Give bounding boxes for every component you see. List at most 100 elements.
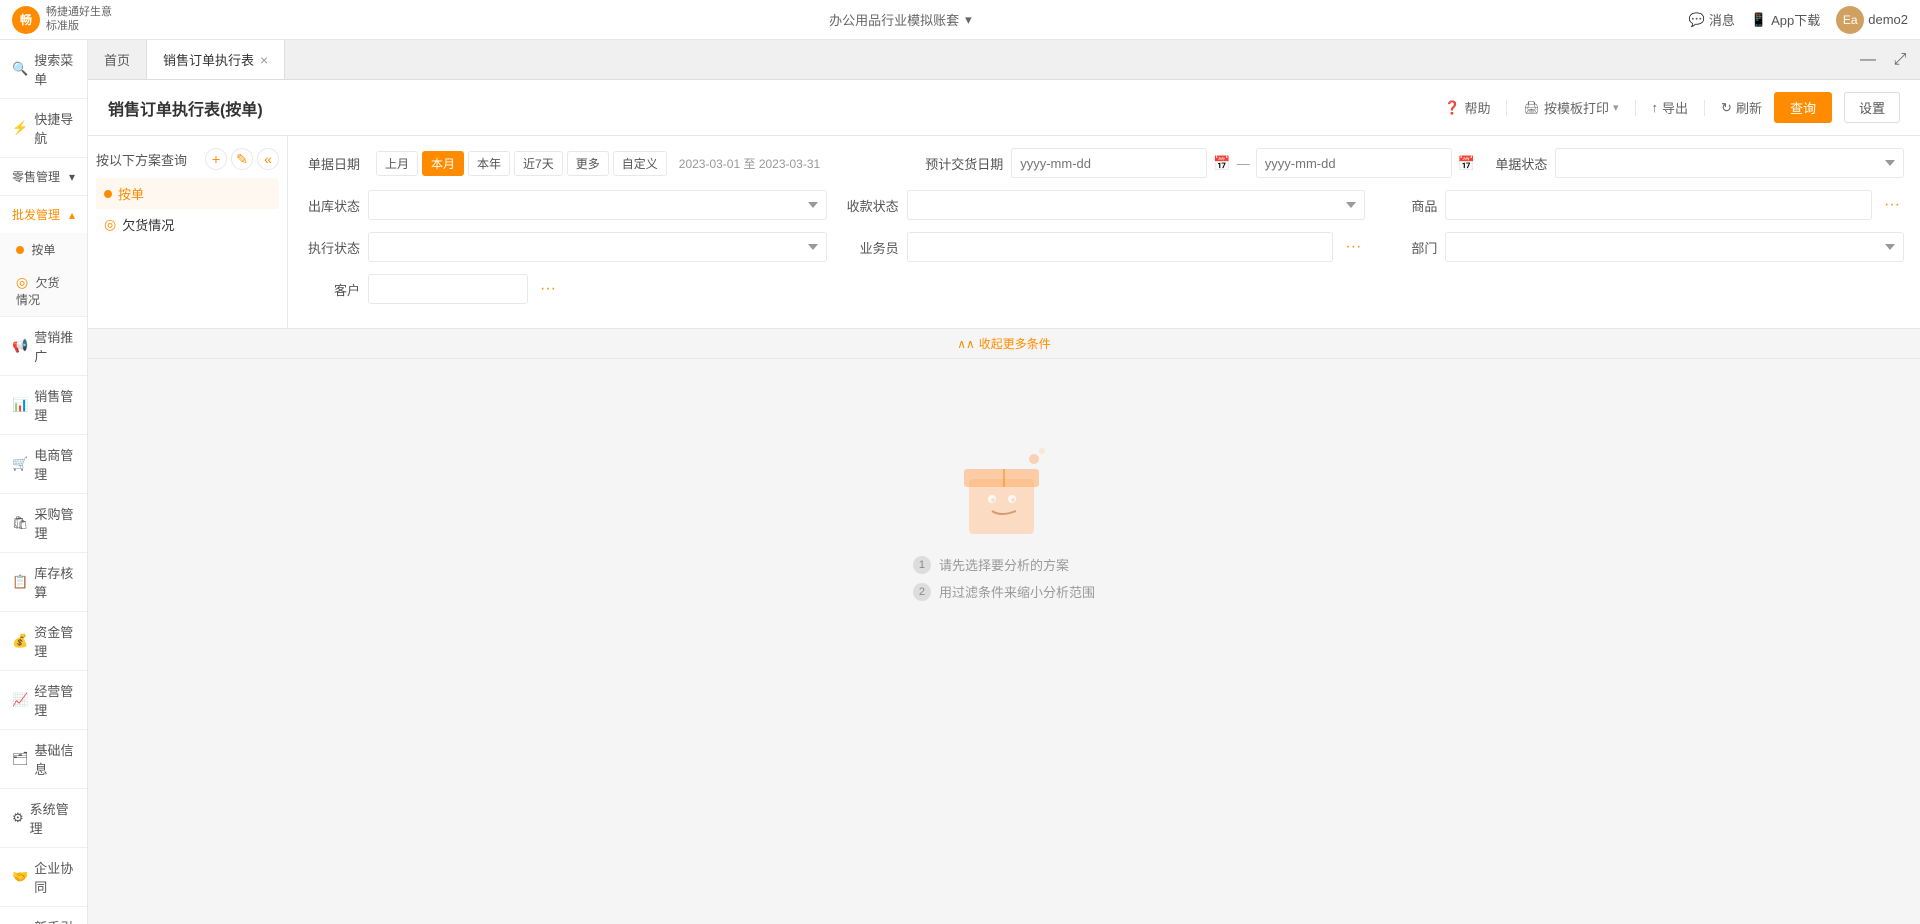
chevron-down-icon: ▾ xyxy=(69,170,75,184)
filter-scheme-item-1[interactable]: 按单 xyxy=(96,178,279,209)
sidebar-sub-item-sales[interactable]: 按单 xyxy=(0,233,87,266)
help-icon: ❓ xyxy=(1444,100,1460,116)
sidebar-sub-item-shortage[interactable]: ◎ 欠货情况 xyxy=(0,266,87,316)
top-bar: 畅 畅捷通好生意 标准版 办公用品行业模拟账套 ▾ 💬 消息 📱 App下载 E… xyxy=(0,0,1920,40)
sidebar-item-finance[interactable]: 💰 资金管理 xyxy=(0,612,87,671)
date-btn-prev[interactable]: 上月 xyxy=(376,151,418,176)
user-menu[interactable]: Ea demo2 xyxy=(1836,6,1908,34)
refresh-btn[interactable]: ↻ 刷新 xyxy=(1721,98,1762,117)
sidebar-item-operations[interactable]: 📈 经营管理 xyxy=(0,671,87,730)
date-btn-group: 上月 本月 本年 近7天 更多 自定义 xyxy=(376,151,667,176)
top-bar-right: 💬 消息 📱 App下载 Ea demo2 xyxy=(1689,6,1908,34)
sidebar-item-salesmanage[interactable]: 📊 销售管理 xyxy=(0,376,87,435)
sidebar-item-guide[interactable]: 🎯 新手引导 xyxy=(0,907,87,924)
company-dropdown-icon[interactable]: ▾ xyxy=(965,12,972,28)
filter-item-status: 单据状态 xyxy=(1491,148,1904,178)
date-btn-year[interactable]: 本年 xyxy=(468,151,510,176)
message-btn[interactable]: 💬 消息 xyxy=(1689,10,1735,29)
sidebar-item-purchase[interactable]: 🛍 采购管理 xyxy=(0,494,87,553)
sidebar-item-collab[interactable]: 🤝 企业协同 xyxy=(0,848,87,907)
salesperson-label: 业务员 xyxy=(843,238,899,257)
filter-panel: 按以下方案查询 + ✎ « 按单 ◎ xyxy=(88,136,1920,359)
sidebar-item-marketing[interactable]: 📢 营销推广 xyxy=(0,317,87,376)
sidebar-item-inventory[interactable]: 📋 库存核算 xyxy=(0,553,87,612)
avatar: Ea xyxy=(1836,6,1864,34)
customer-label: 客户 xyxy=(304,280,360,299)
goods-label: 商品 xyxy=(1381,196,1437,215)
tab-bar: 首页 销售订单执行表 × — ⤢ xyxy=(88,40,1920,80)
date-btn-more[interactable]: 更多 xyxy=(567,151,609,176)
date-btn-custom[interactable]: 自定义 xyxy=(613,151,667,176)
empty-illustration xyxy=(954,439,1054,539)
tab-minimize-btn[interactable]: — xyxy=(1856,48,1880,72)
query-btn[interactable]: 查询 xyxy=(1774,92,1832,123)
empty-hint-1: 1 请先选择要分析的方案 xyxy=(913,555,1095,574)
expected-date-end-input[interactable] xyxy=(1256,148,1452,178)
goods-input[interactable] xyxy=(1445,190,1872,220)
salesperson-picker-btn[interactable]: ··· xyxy=(1341,238,1365,256)
date-label: 单据日期 xyxy=(304,154,360,173)
inventory-icon: 📋 xyxy=(12,574,28,590)
tab-home[interactable]: 首页 xyxy=(88,40,147,79)
status-select[interactable] xyxy=(1555,148,1904,178)
app-download-btn[interactable]: 📱 App下载 xyxy=(1751,10,1820,29)
filter-scheme-item-2[interactable]: ◎ 欠货情况 xyxy=(96,209,279,240)
status-label: 单据状态 xyxy=(1491,154,1547,173)
tab-bar-actions: — ⤢ xyxy=(1856,48,1920,72)
exec-select[interactable] xyxy=(368,232,827,262)
salesperson-input[interactable] xyxy=(907,232,1334,262)
sidebar-item-system[interactable]: ⚙ 系统管理 xyxy=(0,789,87,848)
expected-date-start-input[interactable] xyxy=(1011,148,1207,178)
filter-item-date: 单据日期 上月 本月 本年 近7天 更多 自定义 2023-03-01 至 20… xyxy=(304,151,909,176)
scheme-icon-2: ◎ xyxy=(104,216,116,233)
sidebar-item-wholesale[interactable]: 批发管理 ▴ xyxy=(0,196,87,233)
ecommerce-icon: 🛒 xyxy=(12,456,28,472)
sidebar-item-basicinfo[interactable]: 🗂 基础信息 xyxy=(0,730,87,789)
sidebar-section-retail: 零售管理 ▾ xyxy=(0,158,87,196)
tab-maximize-btn[interactable]: ⤢ xyxy=(1888,48,1912,72)
filter-row-1: 单据日期 上月 本月 本年 近7天 更多 自定义 2023-03-01 至 20… xyxy=(304,148,1904,178)
marketing-icon: 📢 xyxy=(12,338,28,354)
export-btn[interactable]: ↑ 导出 xyxy=(1652,98,1689,117)
customer-input[interactable] xyxy=(368,274,528,304)
refresh-icon: ↻ xyxy=(1721,100,1732,116)
help-btn[interactable]: ❓ 帮助 xyxy=(1444,98,1490,117)
sidebar-item-quicknav[interactable]: ⚡ 快捷导航 xyxy=(0,99,87,158)
hint-num-2: 2 xyxy=(913,583,931,601)
sidebar-item-ecommerce[interactable]: 🛒 电商管理 xyxy=(0,435,87,494)
filter-fields: 单据日期 上月 本月 本年 近7天 更多 自定义 2023-03-01 至 20… xyxy=(288,136,1920,328)
date-btn-cur[interactable]: 本月 xyxy=(422,151,464,176)
date-btn-7days[interactable]: 近7天 xyxy=(514,151,563,176)
tab-close-icon[interactable]: × xyxy=(260,53,268,67)
calendar-icon-1[interactable]: 📅 xyxy=(1213,155,1230,172)
top-bar-center[interactable]: 办公用品行业模拟账套 ▾ xyxy=(829,10,972,29)
payment-label: 收款状态 xyxy=(843,196,899,215)
settings-btn[interactable]: 设置 xyxy=(1844,92,1900,123)
sidebar: 🔍 搜索菜单 ⚡ 快捷导航 零售管理 ▾ 批发管理 ▴ 按单 ◎ 欠货情况 xyxy=(0,40,88,924)
goods-picker-btn[interactable]: ··· xyxy=(1880,196,1904,214)
filter-collapse-btn[interactable]: « xyxy=(257,148,279,170)
empty-text-list: 1 请先选择要分析的方案 2 用过滤条件来缩小分析范围 xyxy=(913,555,1095,601)
customer-picker-btn[interactable]: ··· xyxy=(536,280,560,298)
calendar-icon-2[interactable]: 📅 xyxy=(1458,155,1475,172)
logo-area: 畅 畅捷通好生意 标准版 xyxy=(12,6,112,34)
filter-item-salesperson: 业务员 ··· xyxy=(843,232,1366,262)
filter-scheme-title: 按以下方案查询 xyxy=(96,150,187,169)
sidebar-item-retail[interactable]: 零售管理 ▾ xyxy=(0,158,87,195)
page-title: 销售订单执行表(按单) xyxy=(108,96,263,120)
payment-select[interactable] xyxy=(907,190,1366,220)
filter-scheme-selector: 按以下方案查询 + ✎ « 按单 ◎ xyxy=(88,136,288,328)
exec-label: 执行状态 xyxy=(304,238,360,257)
filter-add-btn[interactable]: + xyxy=(205,148,227,170)
print-btn[interactable]: 🖨 按模板打印 ▾ xyxy=(1523,98,1618,117)
filter-edit-btn[interactable]: ✎ xyxy=(231,148,253,170)
tab-sales-order[interactable]: 销售订单执行表 × xyxy=(147,40,285,79)
empty-state: 1 请先选择要分析的方案 2 用过滤条件来缩小分析范围 xyxy=(88,359,1920,681)
filter-left-actions: + ✎ « xyxy=(205,148,279,170)
outbound-select[interactable] xyxy=(368,190,827,220)
hint-num-1: 1 xyxy=(913,556,931,574)
purchase-icon: 🛍 xyxy=(12,515,29,531)
sidebar-item-search[interactable]: 🔍 搜索菜单 xyxy=(0,40,87,99)
dept-select[interactable] xyxy=(1445,232,1904,262)
collapse-bar[interactable]: ∧∧ 收起更多条件 xyxy=(88,328,1920,358)
